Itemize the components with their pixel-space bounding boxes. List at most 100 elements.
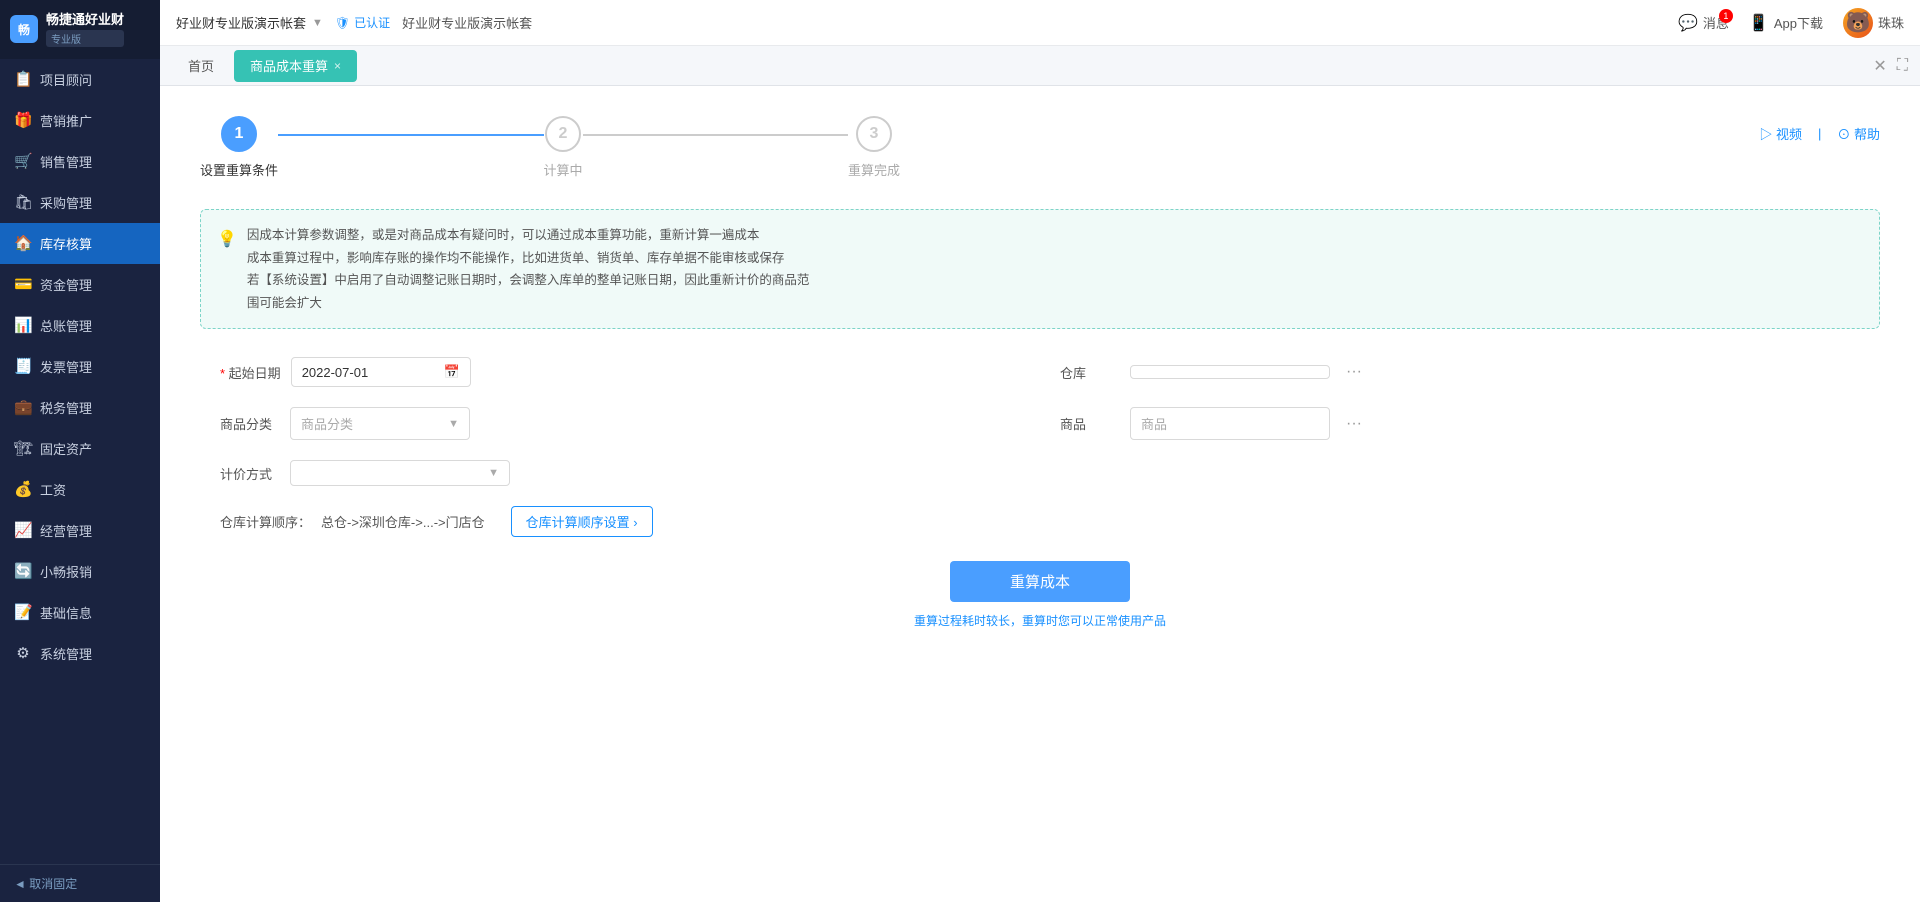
sidebar-item-marketing[interactable]: 🎁 营销推广: [0, 100, 160, 141]
video-help-actions: ▷ 视频 | ⊙ 帮助: [1759, 124, 1880, 143]
category-label: 商品分类: [220, 414, 280, 433]
sidebar-item-inventory[interactable]: 🏠 库存核算: [0, 223, 160, 264]
expand-icon[interactable]: ⛶: [1897, 57, 1908, 75]
unpin-button[interactable]: ◄ 取消固定: [0, 864, 160, 902]
sidebar-item-label: 销售管理: [40, 152, 92, 171]
steps-wrapper: 1 设置重算条件 2 计算中 3: [200, 116, 900, 179]
step-3: 3 重算完成: [848, 116, 900, 179]
assets-icon: 🏗: [14, 439, 32, 457]
sidebar-item-operations[interactable]: 📈 经营管理: [0, 510, 160, 551]
sidebar-item-invoice[interactable]: 🧾 发票管理: [0, 346, 160, 387]
notification-badge: 1: [1719, 9, 1733, 23]
sidebar-item-basic[interactable]: 📝 基础信息: [0, 592, 160, 633]
step-1-circle: 1: [221, 116, 257, 152]
sidebar-item-sales[interactable]: 🛒 销售管理: [0, 141, 160, 182]
start-date-input[interactable]: 2022-07-01 📅: [291, 357, 471, 387]
tax-icon: 💼: [14, 398, 32, 416]
pricing-dropdown-icon: ▼: [488, 467, 499, 479]
recalc-section: 重算成本 重算过程耗时较长，重算时您可以正常使用产品: [220, 561, 1860, 629]
recalculate-button[interactable]: 重算成本: [950, 561, 1130, 602]
info-line-4: 围可能会扩大: [247, 292, 810, 315]
warehouse-label: 仓库: [1060, 363, 1120, 382]
verified-text: 已认证: [354, 14, 390, 31]
project-icon: 📋: [14, 70, 32, 88]
sidebar-item-label: 总账管理: [40, 316, 92, 335]
sidebar-nav: 📋 项目顾问 🎁 营销推广 🛒 销售管理 🛍 采购管理 🏠 库存核算 💳 资金管…: [0, 59, 160, 864]
app-download-action[interactable]: 📱 App下载: [1749, 13, 1823, 33]
system-icon: ⚙: [14, 644, 32, 662]
expense-icon: 🔄: [14, 562, 32, 580]
sidebar-item-label: 项目顾问: [40, 70, 92, 89]
logo-icon: 畅: [10, 15, 38, 43]
sidebar-item-assets[interactable]: 🏗 固定资产: [0, 428, 160, 469]
sidebar-item-ledger[interactable]: 📊 总账管理: [0, 305, 160, 346]
avatar: 🐻: [1843, 8, 1873, 38]
topbar: 好业财专业版演示帐套 ▼ 🛡 已认证 好业财专业版演示帐套 💬 消息 1 📱 A…: [160, 0, 1920, 46]
step-1: 1 设置重算条件: [200, 116, 278, 179]
tab-close-icon[interactable]: ×: [334, 59, 341, 73]
start-date-value: 2022-07-01: [302, 365, 369, 380]
info-line-3: 若【系统设置】中启用了自动调整记账日期时，会调整入库单的整单记账日期，因此重新计…: [247, 269, 810, 292]
sidebar-item-label: 小畅报销: [40, 562, 92, 581]
step-line-1: [278, 134, 543, 136]
product-label: 商品: [1060, 414, 1120, 433]
form-row-2: 商品分类 商品分类 ▼ 商品 商品 ···: [220, 407, 1860, 440]
step-2-label: 计算中: [544, 160, 583, 179]
verified-badge: 🛡 已认证: [335, 14, 390, 31]
account-selector[interactable]: 好业财专业版演示帐套 ▼: [176, 13, 323, 32]
sidebar-item-purchase[interactable]: 🛍 采购管理: [0, 182, 160, 223]
category-dropdown-icon: ▼: [448, 418, 459, 430]
ledger-icon: 📊: [14, 316, 32, 334]
sidebar-item-label: 资金管理: [40, 275, 92, 294]
category-select[interactable]: 商品分类 ▼: [290, 407, 470, 440]
content-area: 1 设置重算条件 2 计算中 3: [160, 86, 1920, 902]
phone-icon: 📱: [1749, 13, 1769, 33]
close-window-icon[interactable]: ✕: [1873, 56, 1886, 76]
sidebar-item-label: 发票管理: [40, 357, 92, 376]
message-action[interactable]: 💬 消息 1: [1678, 13, 1729, 33]
category-placeholder: 商品分类: [301, 414, 353, 433]
sidebar: 畅 畅捷通好业财 专业版 📋 项目顾问 🎁 营销推广 🛒 销售管理 🛍 采购管理…: [0, 0, 160, 902]
product-input[interactable]: 商品: [1130, 407, 1330, 440]
shield-icon: 🛡: [335, 16, 350, 30]
topbar-right: 💬 消息 1 📱 App下载 🐻 珠珠: [1678, 8, 1904, 38]
message-icon: 💬: [1678, 13, 1698, 33]
unpin-label: ◄ 取消固定: [14, 875, 77, 892]
video-link[interactable]: ▷ 视频: [1759, 124, 1802, 143]
warehouse-input[interactable]: [1130, 365, 1330, 379]
sidebar-item-finance[interactable]: 💳 资金管理: [0, 264, 160, 305]
step-line-2: [583, 134, 848, 136]
basic-icon: 📝: [14, 603, 32, 621]
operations-icon: 📈: [14, 521, 32, 539]
warehouse-order-value: 总仓->深圳仓库->...->门店仓: [321, 512, 485, 531]
product-more-icon[interactable]: ···: [1346, 415, 1362, 433]
sidebar-item-payroll[interactable]: 💰 工资: [0, 469, 160, 510]
topbar-account-full: 好业财专业版演示帐套: [402, 13, 532, 32]
start-date-label: 起始日期: [220, 363, 281, 382]
warehouse-field: 仓库 ···: [1060, 363, 1860, 382]
info-icon: 💡: [217, 226, 237, 314]
sidebar-item-expense[interactable]: 🔄 小畅报销: [0, 551, 160, 592]
steps-section: 1 设置重算条件 2 计算中 3: [200, 116, 1880, 179]
help-link[interactable]: ⊙ 帮助: [1837, 124, 1880, 143]
tab-recalculate[interactable]: 商品成本重算 ×: [234, 50, 357, 82]
sidebar-item-label: 营销推广: [40, 111, 92, 130]
pricing-select[interactable]: ▼: [290, 460, 510, 486]
recalc-hint: 重算过程耗时较长，重算时您可以正常使用产品: [914, 612, 1166, 629]
warehouse-order-settings-button[interactable]: 仓库计算顺序设置 ›: [511, 506, 653, 537]
sidebar-item-system[interactable]: ⚙ 系统管理: [0, 633, 160, 674]
invoice-icon: 🧾: [14, 357, 32, 375]
pricing-label: 计价方式: [220, 464, 280, 483]
tab-home[interactable]: 首页: [172, 50, 230, 82]
info-line-2: 成本重算过程中，影响库存账的操作均不能操作，比如进货单、销货单、库存单据不能审核…: [247, 247, 810, 270]
sidebar-item-tax[interactable]: 💼 税务管理: [0, 387, 160, 428]
sidebar-item-label: 采购管理: [40, 193, 92, 212]
sidebar-item-label: 固定资产: [40, 439, 92, 458]
dropdown-icon: ▼: [312, 17, 323, 29]
step-2-circle: 2: [545, 116, 581, 152]
info-text: 因成本计算参数调整，或是对商品成本有疑问时，可以通过成本重算功能，重新计算一遍成…: [247, 224, 810, 314]
sidebar-item-project[interactable]: 📋 项目顾问: [0, 59, 160, 100]
user-action[interactable]: 🐻 珠珠: [1843, 8, 1904, 38]
warehouse-more-icon[interactable]: ···: [1346, 363, 1362, 381]
sidebar-item-label: 经营管理: [40, 521, 92, 540]
